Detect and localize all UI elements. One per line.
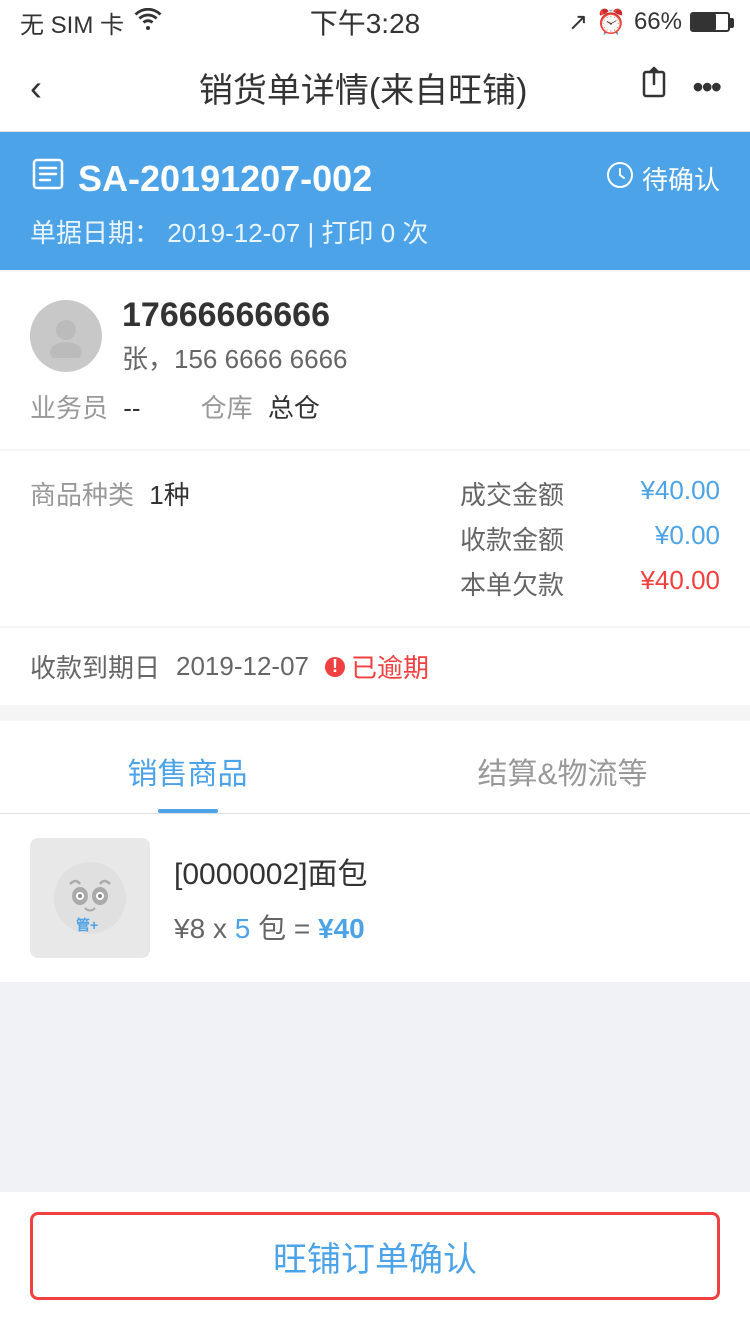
product-info: [0000002]面包 ¥8 x 5 包 = ¥40 (174, 849, 720, 947)
product-price: ¥8 x 5 包 = ¥40 (174, 907, 720, 947)
order-icon (30, 156, 66, 201)
tab-settlement[interactable]: 结算&物流等 (375, 721, 750, 813)
product-thumbnail: 管+ (30, 838, 150, 958)
customer-sub-info: 张，156 6666 6666 (122, 339, 348, 376)
status-left: 无 SIM 卡 (20, 5, 162, 40)
page-title: 销货单详情(来自旺铺) (199, 63, 528, 112)
debt-row: 本单欠款 ¥40.00 (460, 565, 720, 602)
product-item: 管+ [0000002]面包 ¥8 x 5 包 = ¥40 (0, 814, 750, 982)
confirm-order-button[interactable]: 旺铺订单确认 (30, 1212, 720, 1300)
due-section: 收款到期日 2019-12-07 ! 已逾期 (0, 628, 750, 705)
sales-meta: 业务员 -- (30, 388, 141, 425)
customer-phone: 17666666666 (122, 296, 348, 335)
amount-row: 成交金额 ¥40.00 (460, 475, 720, 512)
order-id: SA-20191207-002 (30, 156, 372, 201)
avatar (30, 300, 102, 372)
customer-meta: 业务员 -- 仓库 总仓 (30, 388, 720, 425)
status-bar: 无 SIM 卡 下午3:28 ↗ ⏰ 66% (0, 0, 750, 44)
order-status: 待确认 (606, 160, 720, 197)
more-icon[interactable]: ••• (692, 69, 720, 106)
product-name: [0000002]面包 (174, 849, 720, 893)
tabs-row: 销售商品 结算&物流等 (0, 721, 750, 814)
back-button[interactable]: ‹ (30, 67, 90, 109)
order-header-banner: SA-20191207-002 待确认 单据日期： 2019-12-07 | 打… (0, 132, 750, 270)
wifi-icon (134, 8, 162, 37)
warehouse-meta: 仓库 总仓 (201, 388, 320, 425)
svg-text:管+: 管+ (76, 917, 98, 933)
tab-sales-products[interactable]: 销售商品 (0, 721, 375, 813)
status-right: ↗ ⏰ 66% (568, 8, 730, 37)
due-label: 收款到期日 (30, 648, 160, 685)
no-sim-label: 无 SIM 卡 (20, 5, 124, 40)
battery-icon (690, 12, 730, 32)
battery-percent: 66% (634, 8, 682, 36)
stats-right: 成交金额 ¥40.00 收款金额 ¥0.00 本单欠款 ¥40.00 (460, 475, 720, 602)
share-icon[interactable] (636, 66, 672, 109)
due-date: 2019-12-07 (176, 651, 309, 682)
order-date: 单据日期： 2019-12-07 | 打印 0 次 (30, 213, 720, 250)
overdue-icon: ! (325, 657, 345, 677)
customer-section: 17666666666 张，156 6666 6666 业务员 -- 仓库 总仓 (0, 272, 750, 449)
status-time: 下午3:28 (310, 2, 421, 42)
overdue-badge: ! 已逾期 (325, 648, 429, 685)
product-type-stat: 商品种类 1种 (30, 475, 460, 512)
location-icon: ↗ (568, 8, 588, 37)
received-row: 收款金额 ¥0.00 (460, 520, 720, 557)
clock-icon (606, 161, 634, 196)
nav-actions: ••• (636, 66, 720, 109)
alarm-icon: ⏰ (596, 8, 626, 37)
nav-bar: ‹ 销货单详情(来自旺铺) ••• (0, 44, 750, 132)
stats-section: 商品种类 1种 成交金额 ¥40.00 收款金额 ¥0.00 本单欠款 ¥40.… (0, 451, 750, 626)
bottom-button-area: 旺铺订单确认 (0, 1192, 750, 1334)
tabs-section: 销售商品 结算&物流等 管+ [0000002]面包 ¥8 (0, 721, 750, 982)
